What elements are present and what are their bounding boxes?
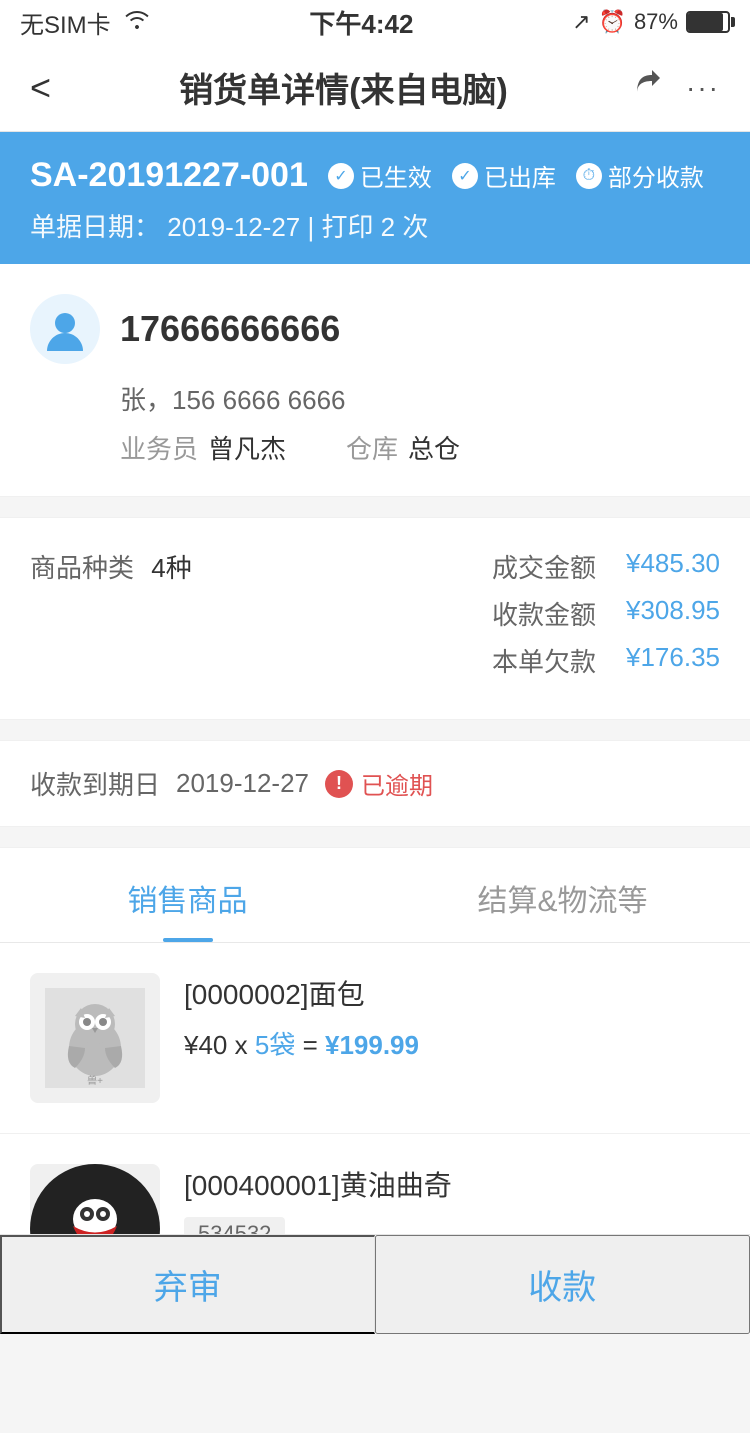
- page-title: 销货单详情(来自电脑): [61, 63, 626, 112]
- product-name-1: [0000002]面包: [184, 973, 720, 1013]
- product-qty-1: 5袋: [255, 1030, 295, 1060]
- sales-meta: 业务员 曾凡杰: [120, 429, 286, 466]
- status-effective-label: 已生效: [360, 158, 432, 193]
- type-label: 商品种类 4种: [30, 548, 192, 585]
- tab-sales-products[interactable]: 销售商品: [0, 848, 375, 942]
- collect-payment-button[interactable]: 收款: [375, 1235, 750, 1334]
- order-id: SA-20191227-001: [30, 156, 308, 195]
- overdue-badge: ! 已逾期: [325, 766, 433, 801]
- print-info: | 打印 2 次: [307, 212, 428, 242]
- carrier-text: 无SIM卡: [20, 5, 111, 40]
- more-button[interactable]: ···: [686, 72, 720, 104]
- warehouse-meta: 仓库 总仓: [346, 429, 460, 466]
- battery-percent: 87%: [634, 9, 678, 35]
- summary-right: 成交金额 ¥485.30 收款金额 ¥308.95 本单欠款 ¥176.35: [492, 548, 720, 689]
- order-date: 2019-12-27: [167, 212, 300, 242]
- avatar: [30, 294, 100, 364]
- customer-id[interactable]: 17666666666: [120, 308, 340, 350]
- customer-section: 17666666666 张，156 6666 6666 业务员 曾凡杰 仓库 总…: [0, 264, 750, 497]
- due-label: 收款到期日: [30, 765, 160, 802]
- sales-label: 业务员: [120, 429, 198, 466]
- check-icon-2: ✓: [452, 163, 478, 189]
- product-item: 兽+ [0000002]面包 ¥40 x 5袋 = ¥199.99: [0, 943, 750, 1134]
- nav-actions: ···: [626, 66, 720, 110]
- status-left: 无SIM卡: [20, 5, 151, 40]
- status-time: 下午4:42: [309, 4, 413, 41]
- back-button[interactable]: <: [30, 57, 61, 119]
- date-label: 单据日期：: [30, 212, 160, 242]
- amount-value: ¥485.30: [626, 548, 720, 585]
- status-partial: ⏱ 部分收款: [576, 158, 704, 193]
- tabs-section: 销售商品 结算&物流等: [0, 847, 750, 943]
- abandon-review-button[interactable]: 弃审: [0, 1235, 375, 1334]
- received-label: 收款金额: [492, 595, 596, 632]
- summary-row: 商品种类 4种 成交金额 ¥485.30 收款金额 ¥308.95 本单欠款 ¥…: [30, 548, 720, 689]
- wifi-icon: [123, 8, 151, 36]
- type-value: 4种: [151, 553, 191, 583]
- received-value: ¥308.95: [626, 595, 720, 632]
- status-partial-label: 部分收款: [608, 158, 704, 193]
- product-price-1: ¥40 x 5袋 = ¥199.99: [184, 1025, 720, 1062]
- owed-value: ¥176.35: [626, 642, 720, 679]
- battery-icon: [686, 11, 730, 33]
- overdue-label: 已逾期: [361, 766, 433, 801]
- share-button[interactable]: [626, 66, 662, 110]
- tabs-row: 销售商品 结算&物流等: [0, 848, 750, 943]
- order-date-row: 单据日期： 2019-12-27 | 打印 2 次: [30, 207, 720, 244]
- check-icon-1: ✓: [328, 163, 354, 189]
- summary-left: 商品种类 4种: [30, 548, 192, 595]
- product-total-1: ¥199.99: [325, 1030, 419, 1060]
- customer-meta: 业务员 曾凡杰 仓库 总仓: [30, 429, 720, 466]
- product-unit-price-1: ¥40: [184, 1030, 227, 1060]
- product-info-1: [0000002]面包 ¥40 x 5袋 = ¥199.99: [184, 973, 720, 1062]
- due-date: 2019-12-27: [176, 768, 309, 799]
- tab-settlement-label: 结算&物流等: [477, 885, 647, 918]
- warehouse-value: 总仓: [408, 429, 460, 466]
- clock-icon: ⏱: [576, 163, 602, 189]
- owed-item: 本单欠款 ¥176.35: [492, 642, 720, 679]
- sales-value: 曾凡杰: [208, 429, 286, 466]
- alarm-icon: ⏰: [599, 9, 626, 35]
- status-right: ↗ ⏰ 87%: [572, 9, 730, 35]
- summary-section: 商品种类 4种 成交金额 ¥485.30 收款金额 ¥308.95 本单欠款 ¥…: [0, 517, 750, 720]
- amount-item: 成交金额 ¥485.30: [492, 548, 720, 585]
- product-thumb-1: 兽+: [30, 973, 160, 1103]
- nav-bar: < 销货单详情(来自电脑) ···: [0, 44, 750, 132]
- tab-settlement[interactable]: 结算&物流等: [375, 848, 750, 942]
- product-name-2: [000400001]黄油曲奇: [184, 1164, 720, 1204]
- order-id-row: SA-20191227-001 ✓ 已生效 ✓ 已出库 ⏱ 部分收款: [30, 156, 720, 195]
- status-shipped-label: 已出库: [484, 158, 556, 193]
- svg-text:兽+: 兽+: [87, 1074, 103, 1087]
- location-icon: ↗: [572, 9, 590, 35]
- received-item: 收款金额 ¥308.95: [492, 595, 720, 632]
- warehouse-label: 仓库: [346, 429, 398, 466]
- tab-sales-label: 销售商品: [128, 885, 248, 918]
- customer-row: 17666666666: [30, 294, 720, 364]
- status-bar: 无SIM卡 下午4:42 ↗ ⏰ 87%: [0, 0, 750, 44]
- bottom-bar: 弃审 收款: [0, 1234, 750, 1334]
- status-effective: ✓ 已生效: [328, 158, 432, 193]
- customer-name: 张，156 6666 6666: [30, 380, 720, 417]
- overdue-icon: !: [325, 770, 353, 798]
- order-header: SA-20191227-001 ✓ 已生效 ✓ 已出库 ⏱ 部分收款 单据日期：…: [0, 132, 750, 264]
- owed-label: 本单欠款: [492, 642, 596, 679]
- due-section: 收款到期日 2019-12-27 ! 已逾期: [0, 740, 750, 827]
- amount-label: 成交金额: [492, 548, 596, 585]
- status-shipped: ✓ 已出库: [452, 158, 556, 193]
